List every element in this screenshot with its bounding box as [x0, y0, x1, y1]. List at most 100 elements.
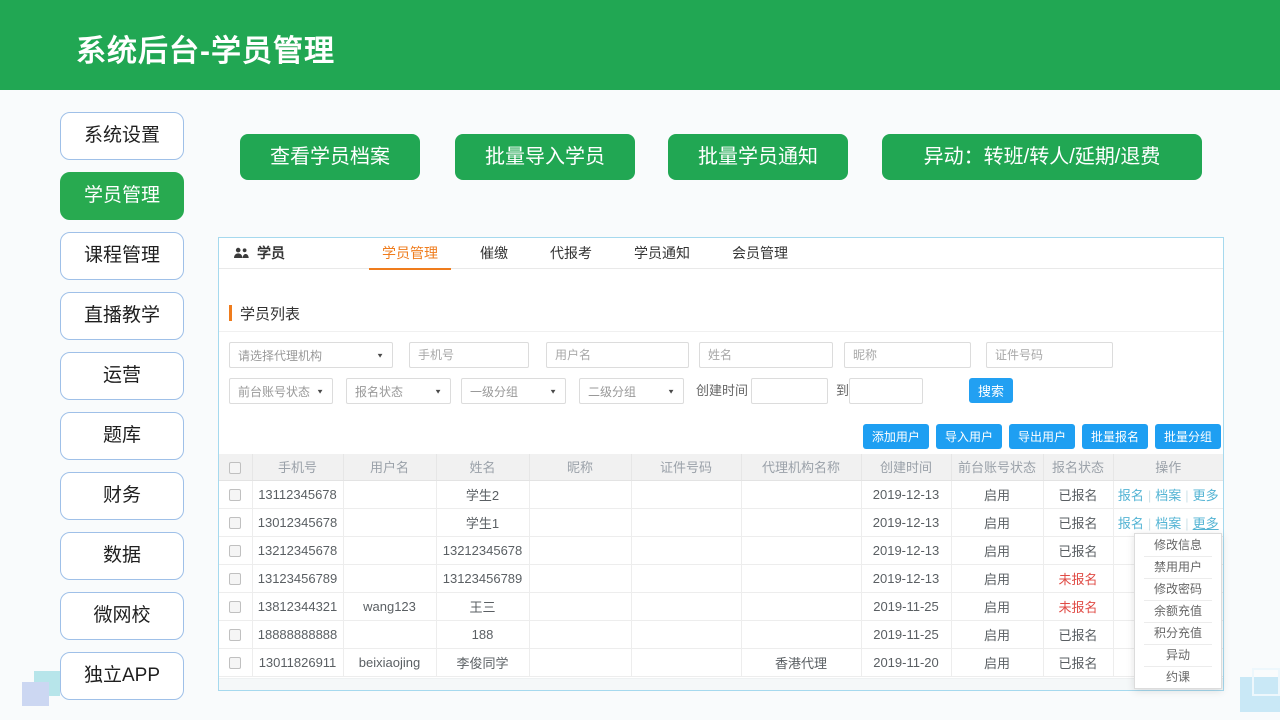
- row-checkbox[interactable]: [229, 629, 241, 641]
- nickname-input[interactable]: [844, 342, 971, 368]
- created-from-input[interactable]: [751, 378, 828, 404]
- sidebar-item-system-settings[interactable]: 系统设置: [60, 112, 184, 160]
- search-button[interactable]: 搜索: [969, 378, 1013, 403]
- username-input[interactable]: [546, 342, 689, 368]
- created-time-label: 创建时间: [696, 378, 748, 404]
- cell-phone: 18888888888: [252, 620, 343, 648]
- sidebar-item-student-management[interactable]: 学员管理: [60, 172, 184, 220]
- signup-link[interactable]: 报名: [1118, 488, 1144, 503]
- sidebar-item-standalone-app[interactable]: 独立APP: [60, 652, 184, 700]
- view-student-archive-button[interactable]: 查看学员档案: [240, 134, 420, 180]
- menu-disable-user[interactable]: 禁用用户: [1135, 556, 1221, 578]
- cell-actions: 报名|档案|更多: [1113, 480, 1223, 508]
- sidebar-item-question-bank[interactable]: 题库: [60, 412, 184, 460]
- cell-created: 2019-12-13: [861, 508, 951, 536]
- module-label-text: 学员: [257, 243, 285, 263]
- row-checkbox[interactable]: [229, 517, 241, 529]
- cell-account-status: 启用: [951, 564, 1043, 592]
- menu-edit-info[interactable]: 修改信息: [1135, 534, 1221, 556]
- menu-book-lesson[interactable]: 约课: [1135, 666, 1221, 688]
- col-name: 姓名: [436, 454, 529, 480]
- export-users-button[interactable]: 导出用户: [1009, 424, 1075, 449]
- cell-nickname: [529, 648, 631, 676]
- select-value: 二级分组: [588, 383, 636, 400]
- row-checkbox[interactable]: [229, 573, 241, 585]
- batch-student-notify-button[interactable]: 批量学员通知: [668, 134, 848, 180]
- sidebar-item-micro-school[interactable]: 微网校: [60, 592, 184, 640]
- group-level2-select[interactable]: 二级分组▼: [579, 378, 684, 404]
- batch-signup-button[interactable]: 批量报名: [1082, 424, 1148, 449]
- sidebar-item-course-management[interactable]: 课程管理: [60, 232, 184, 280]
- batch-group-button[interactable]: 批量分组: [1155, 424, 1221, 449]
- agency-select[interactable]: 请选择代理机构▼: [229, 342, 393, 368]
- tab-member-management[interactable]: 会员管理: [719, 238, 801, 269]
- cell-id-number: [631, 508, 741, 536]
- cell-signup-status: 已报名: [1043, 648, 1113, 676]
- row-checkbox[interactable]: [229, 489, 241, 501]
- batch-import-students-button[interactable]: 批量导入学员: [455, 134, 635, 180]
- cell-phone: 13123456789: [252, 564, 343, 592]
- account-status-select[interactable]: 前台账号状态 ▼: [229, 378, 333, 404]
- created-to-input[interactable]: [849, 378, 923, 404]
- to-label: 到: [836, 378, 849, 404]
- table-row: 13212345678132123456782019-12-13启用已报名: [219, 536, 1223, 564]
- cell-account-status: 启用: [951, 648, 1043, 676]
- more-link[interactable]: 更多: [1193, 516, 1219, 531]
- row-checkbox-cell: [219, 592, 252, 620]
- panel-tabs: 学员管理催缴代报考学员通知会员管理: [369, 238, 801, 269]
- caret-down-icon: ▼: [316, 387, 324, 394]
- cell-agency: [741, 508, 861, 536]
- student-panel: 学员 学员管理催缴代报考学员通知会员管理 学员列表 请选择代理机构▼前台账号状态…: [218, 237, 1224, 691]
- add-user-button[interactable]: 添加用户: [863, 424, 929, 449]
- sidebar-item-data[interactable]: 数据: [60, 532, 184, 580]
- menu-balance-recharge[interactable]: 余额充值: [1135, 600, 1221, 622]
- header-checkbox-cell: [219, 454, 252, 480]
- row-checkbox[interactable]: [229, 657, 241, 669]
- cell-id-number: [631, 620, 741, 648]
- name-input[interactable]: [699, 342, 833, 368]
- cell-agency: [741, 592, 861, 620]
- col-account-status: 前台账号状态: [951, 454, 1043, 480]
- table-row: 13112345678学生22019-12-13启用已报名报名|档案|更多: [219, 480, 1223, 508]
- cell-signup-status: 已报名: [1043, 480, 1113, 508]
- menu-change-password[interactable]: 修改密码: [1135, 578, 1221, 600]
- change-transfer-refund-button[interactable]: 异动：转班/转人/延期/退费: [882, 134, 1202, 180]
- cell-id-number: [631, 648, 741, 676]
- tab-proxy-exam[interactable]: 代报考: [537, 238, 605, 269]
- signup-status-select[interactable]: 报名状态▼: [346, 378, 451, 404]
- table-row: 13812344321wang123王三2019-11-25启用未报名: [219, 592, 1223, 620]
- student-table: 手机号用户名姓名昵称证件号码代理机构名称创建时间前台账号状态报名状态操作 131…: [219, 454, 1223, 677]
- menu-points-recharge[interactable]: 积分充值: [1135, 622, 1221, 644]
- tab-student-management[interactable]: 学员管理: [369, 238, 451, 269]
- cell-account-status: 启用: [951, 592, 1043, 620]
- cell-username: [343, 620, 436, 648]
- import-users-button[interactable]: 导入用户: [936, 424, 1002, 449]
- signup-link[interactable]: 报名: [1118, 516, 1144, 531]
- select-value: 前台账号状态: [238, 383, 310, 400]
- caret-down-icon: ▼: [376, 351, 384, 358]
- col-username: 用户名: [343, 454, 436, 480]
- menu-change[interactable]: 异动: [1135, 644, 1221, 666]
- decor-square-lavender: [22, 682, 49, 706]
- id-number-input[interactable]: [986, 342, 1113, 368]
- select-all-checkbox[interactable]: [229, 462, 241, 474]
- more-link[interactable]: 更多: [1193, 488, 1219, 503]
- phone-input[interactable]: [409, 342, 529, 368]
- bulk-actions: 添加用户导入用户导出用户批量报名批量分组: [863, 424, 1221, 449]
- sidebar-item-live-teaching[interactable]: 直播教学: [60, 292, 184, 340]
- tab-payment-reminder[interactable]: 催缴: [467, 238, 521, 269]
- cell-agency: [741, 564, 861, 592]
- archive-link[interactable]: 档案: [1155, 488, 1181, 503]
- page-title: 系统后台-学员管理: [0, 0, 1280, 70]
- row-checkbox[interactable]: [229, 545, 241, 557]
- tab-student-notice[interactable]: 学员通知: [621, 238, 703, 269]
- sidebar-item-finance[interactable]: 财务: [60, 472, 184, 520]
- select-value: 一级分组: [470, 383, 518, 400]
- archive-link[interactable]: 档案: [1155, 516, 1181, 531]
- col-id-number: 证件号码: [631, 454, 741, 480]
- cell-nickname: [529, 508, 631, 536]
- sidebar-item-operations[interactable]: 运营: [60, 352, 184, 400]
- row-checkbox[interactable]: [229, 601, 241, 613]
- group-level1-select[interactable]: 一级分组▼: [461, 378, 566, 404]
- table-header-row: 手机号用户名姓名昵称证件号码代理机构名称创建时间前台账号状态报名状态操作: [219, 454, 1223, 480]
